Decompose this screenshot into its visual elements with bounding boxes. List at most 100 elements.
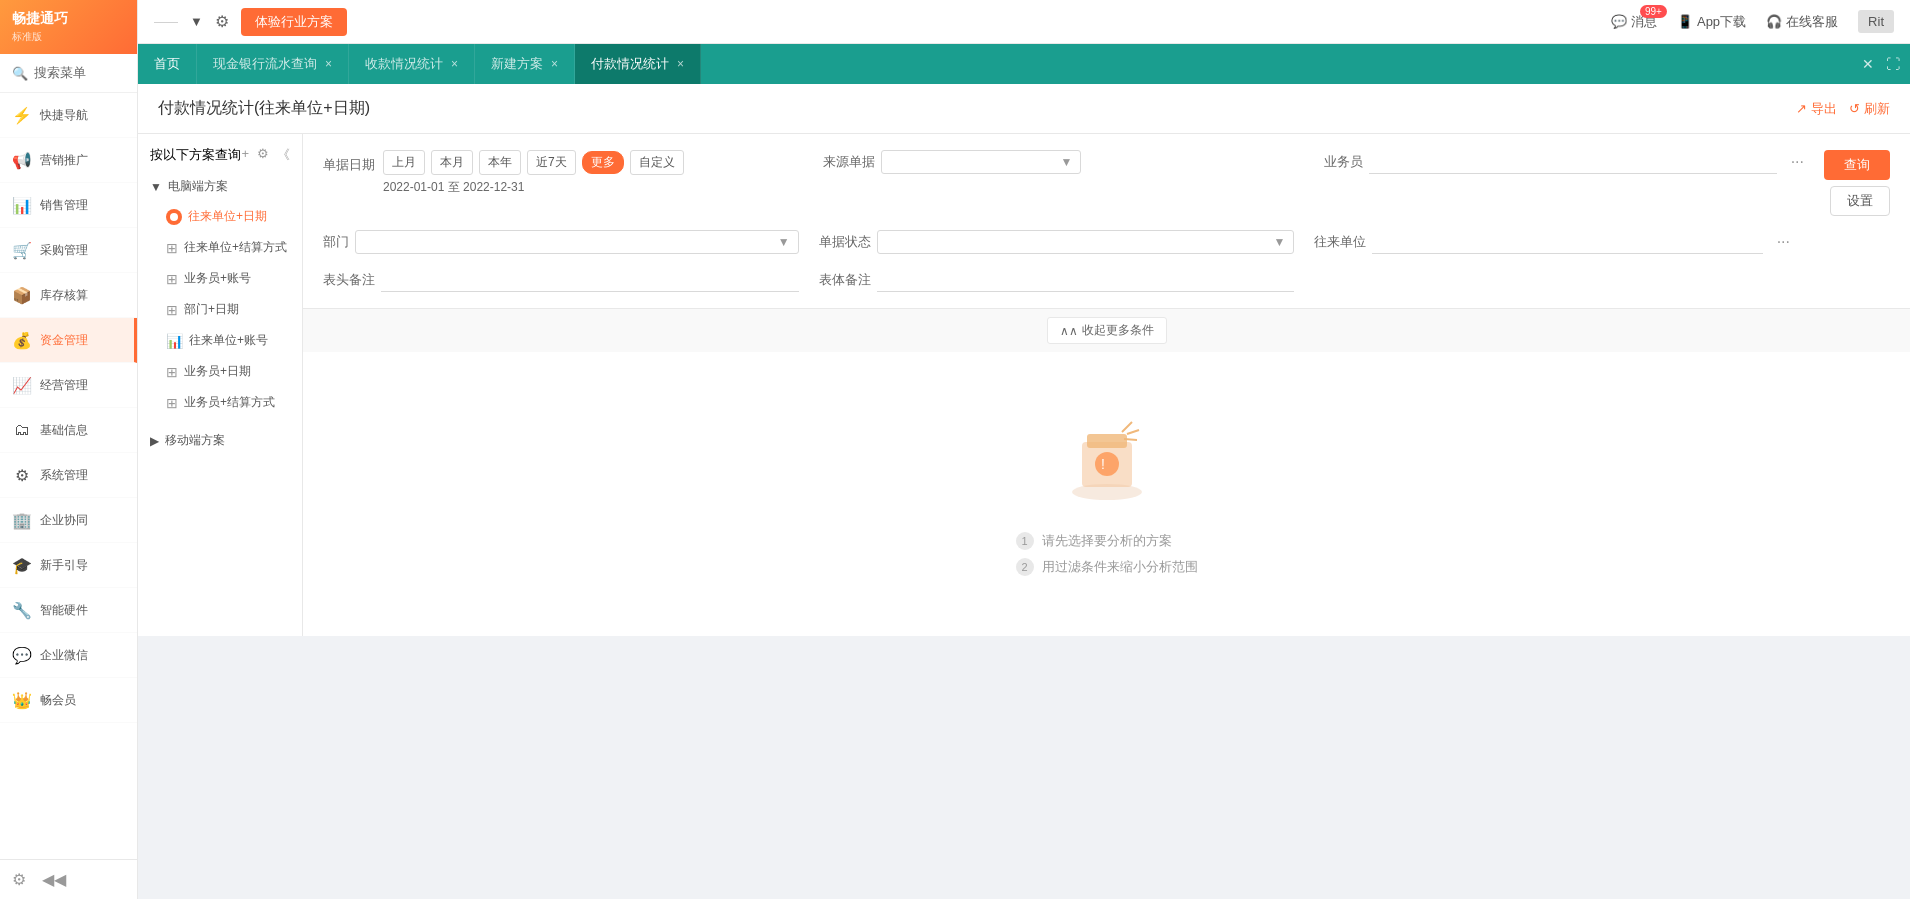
sidebar-item-label: 采购管理 [40, 242, 88, 259]
sidebar-item-operation[interactable]: 📈 经营管理 [0, 363, 137, 408]
user-avatar[interactable]: Rit [1858, 14, 1894, 29]
tabbar-actions: ✕ ⛶ [1852, 44, 1910, 84]
topbar-gear-icon[interactable]: ⚙ [215, 12, 229, 31]
user-name: Rit [1858, 10, 1894, 33]
filter-docstatus-group: 单据状态 ▼ [819, 230, 1295, 254]
query-button[interactable]: 查询 [1824, 150, 1890, 180]
sidebar-item-marketing[interactable]: 📢 营销推广 [0, 138, 137, 183]
tab-bank-flow[interactable]: 现金银行流水查询 × [197, 44, 349, 84]
collapse-button[interactable]: ∧∧ 收起更多条件 [1047, 317, 1167, 344]
bank-flow-close-icon[interactable]: × [325, 57, 332, 71]
date-btn-this-year[interactable]: 本年 [479, 150, 521, 175]
source-label: 来源单据 [823, 153, 875, 171]
salesman-input[interactable] [1369, 154, 1777, 169]
sidebar-item-enterprise[interactable]: 🏢 企业协同 [0, 498, 137, 543]
tab-home[interactable]: 首页 [138, 44, 197, 84]
docstatus-select[interactable]: ▼ [877, 230, 1295, 254]
main-area: —— ▼ ⚙ 体验行业方案 💬 消息 99+ 📱 App下载 🎧 在 [138, 0, 1910, 899]
scheme-item-6[interactable]: ⊞ 业务员+结算方式 [138, 387, 302, 418]
sidebar-item-basic[interactable]: 🗂 基础信息 [0, 408, 137, 453]
sidebar: 畅捷通巧 标准版 🔍 搜索菜单 ⚡ 快捷导航 📢 营销推广 📊 销售管理 🛒 [0, 0, 138, 899]
date-btn-more[interactable]: 更多 [582, 151, 624, 174]
app-download-action[interactable]: 📱 App下载 [1677, 13, 1746, 31]
sidebar-search-label: 搜索菜单 [34, 64, 86, 82]
tab-new-plan[interactable]: 新建方案 × [475, 44, 575, 84]
date-btn-7days[interactable]: 近7天 [527, 150, 576, 175]
scheme-item-1[interactable]: ⊞ 往来单位+结算方式 [138, 232, 302, 263]
headernote-input[interactable] [381, 272, 799, 287]
filter-date-group: 单据日期 上月 本月 本年 近7天 更多 自定义 [323, 150, 803, 196]
scheme-group-mobile-label: 移动端方案 [165, 432, 225, 449]
sidebar-item-member[interactable]: 👑 畅会员 [0, 678, 137, 723]
salesman-more-icon[interactable]: ··· [1791, 153, 1804, 171]
scheme-panel-icons: + ⚙ 《 [241, 146, 290, 164]
counterpart-input-wrapper [1372, 230, 1762, 254]
scheme-item-2[interactable]: ⊞ 业务员+账号 [138, 263, 302, 294]
counterpart-label: 往来单位 [1314, 233, 1366, 251]
settings-footer-icon[interactable]: ⚙ [12, 870, 26, 889]
bank-flow-tab-label: 现金银行流水查询 [213, 55, 317, 73]
sidebar-item-label: 资金管理 [40, 332, 88, 349]
sidebar-item-system[interactable]: ⚙ 系统管理 [0, 453, 137, 498]
scheme-settings-icon[interactable]: ⚙ [257, 146, 269, 164]
filter-row-1: 单据日期 上月 本月 本年 近7天 更多 自定义 [323, 150, 1890, 216]
message-action[interactable]: 💬 消息 99+ [1611, 13, 1657, 31]
maximize-tab-icon[interactable]: ⛶ [1886, 56, 1900, 72]
sidebar-item-wechat[interactable]: 💬 企业微信 [0, 633, 137, 678]
sidebar-item-quick-nav[interactable]: ⚡ 快捷导航 [0, 93, 137, 138]
close-tab-icon[interactable]: ✕ [1862, 56, 1874, 72]
scheme-item-label-1: 往来单位+结算方式 [184, 239, 287, 256]
trial-button[interactable]: 体验行业方案 [241, 8, 347, 36]
purchase-icon: 🛒 [12, 240, 32, 260]
layout-with-scheme: 按以下方案查询 + ⚙ 《 ▼ 电脑端方案 [138, 134, 1910, 636]
counterpart-more-icon[interactable]: ··· [1777, 233, 1790, 251]
sidebar-item-guide[interactable]: 🎓 新手引导 [0, 543, 137, 588]
date-btn-custom[interactable]: 自定义 [630, 150, 684, 175]
scheme-item-0[interactable]: 往来单位+日期 [138, 201, 302, 232]
scheme-group-mobile: ▶ 移动端方案 [138, 426, 302, 455]
scheme-item-4[interactable]: 📊 往来单位+账号 [138, 325, 302, 356]
tab-collection-stats[interactable]: 收款情况统计 × [349, 44, 475, 84]
counterpart-input[interactable] [1372, 234, 1762, 249]
online-service-action[interactable]: 🎧 在线客服 [1766, 13, 1838, 31]
sidebar-search[interactable]: 🔍 搜索菜单 [0, 54, 137, 93]
topbar-dropdown[interactable]: ▼ [190, 14, 203, 29]
scheme-item-icon-4: 📊 [166, 333, 183, 349]
scheme-item-label-2: 业务员+账号 [184, 270, 251, 287]
sidebar-item-sales[interactable]: 📊 销售管理 [0, 183, 137, 228]
sidebar-item-finance[interactable]: 💰 资金管理 [0, 318, 137, 363]
svg-rect-2 [1087, 434, 1127, 448]
collection-close-icon[interactable]: × [451, 57, 458, 71]
scheme-group-mobile-expand-icon: ▶ [150, 434, 159, 448]
tab-payment-stats[interactable]: 付款情况统计 × [575, 44, 701, 84]
svg-point-3 [1095, 452, 1119, 476]
sidebar-item-hardware[interactable]: 🔧 智能硬件 [0, 588, 137, 633]
date-btn-this-month[interactable]: 本月 [431, 150, 473, 175]
sidebar-item-label: 新手引导 [40, 557, 88, 574]
scheme-group-desktop-title[interactable]: ▼ 电脑端方案 [138, 172, 302, 201]
refresh-button[interactable]: ↺ 刷新 [1849, 100, 1890, 118]
settings-button[interactable]: 设置 [1830, 186, 1890, 216]
app-icon: 📱 [1677, 14, 1693, 29]
filter-row-2: 部门 ▼ 单据状态 ▼ [323, 230, 1890, 254]
source-select[interactable]: ▼ [881, 150, 1081, 174]
scheme-group-mobile-title[interactable]: ▶ 移动端方案 [138, 426, 302, 455]
sidebar-item-inventory[interactable]: 📦 库存核算 [0, 273, 137, 318]
dept-select-arrow: ▼ [778, 235, 790, 249]
bodynote-input[interactable] [877, 272, 1295, 287]
scheme-collapse-icon[interactable]: 《 [277, 146, 290, 164]
scheme-item-label-3: 部门+日期 [184, 301, 239, 318]
scheme-item-3[interactable]: ⊞ 部门+日期 [138, 294, 302, 325]
sidebar-item-purchase[interactable]: 🛒 采购管理 [0, 228, 137, 273]
new-plan-close-icon[interactable]: × [551, 57, 558, 71]
collapse-sidebar-icon[interactable]: ◀◀ [42, 870, 66, 889]
scheme-add-icon[interactable]: + [241, 146, 249, 164]
payment-close-icon[interactable]: × [677, 57, 684, 71]
sidebar-item-label: 经营管理 [40, 377, 88, 394]
scheme-item-5[interactable]: ⊞ 业务员+日期 [138, 356, 302, 387]
new-plan-tab-label: 新建方案 [491, 55, 543, 73]
svg-line-5 [1122, 422, 1132, 432]
dept-select[interactable]: ▼ [355, 230, 799, 254]
date-btn-last-month[interactable]: 上月 [383, 150, 425, 175]
export-button[interactable]: ↗ 导出 [1796, 100, 1837, 118]
